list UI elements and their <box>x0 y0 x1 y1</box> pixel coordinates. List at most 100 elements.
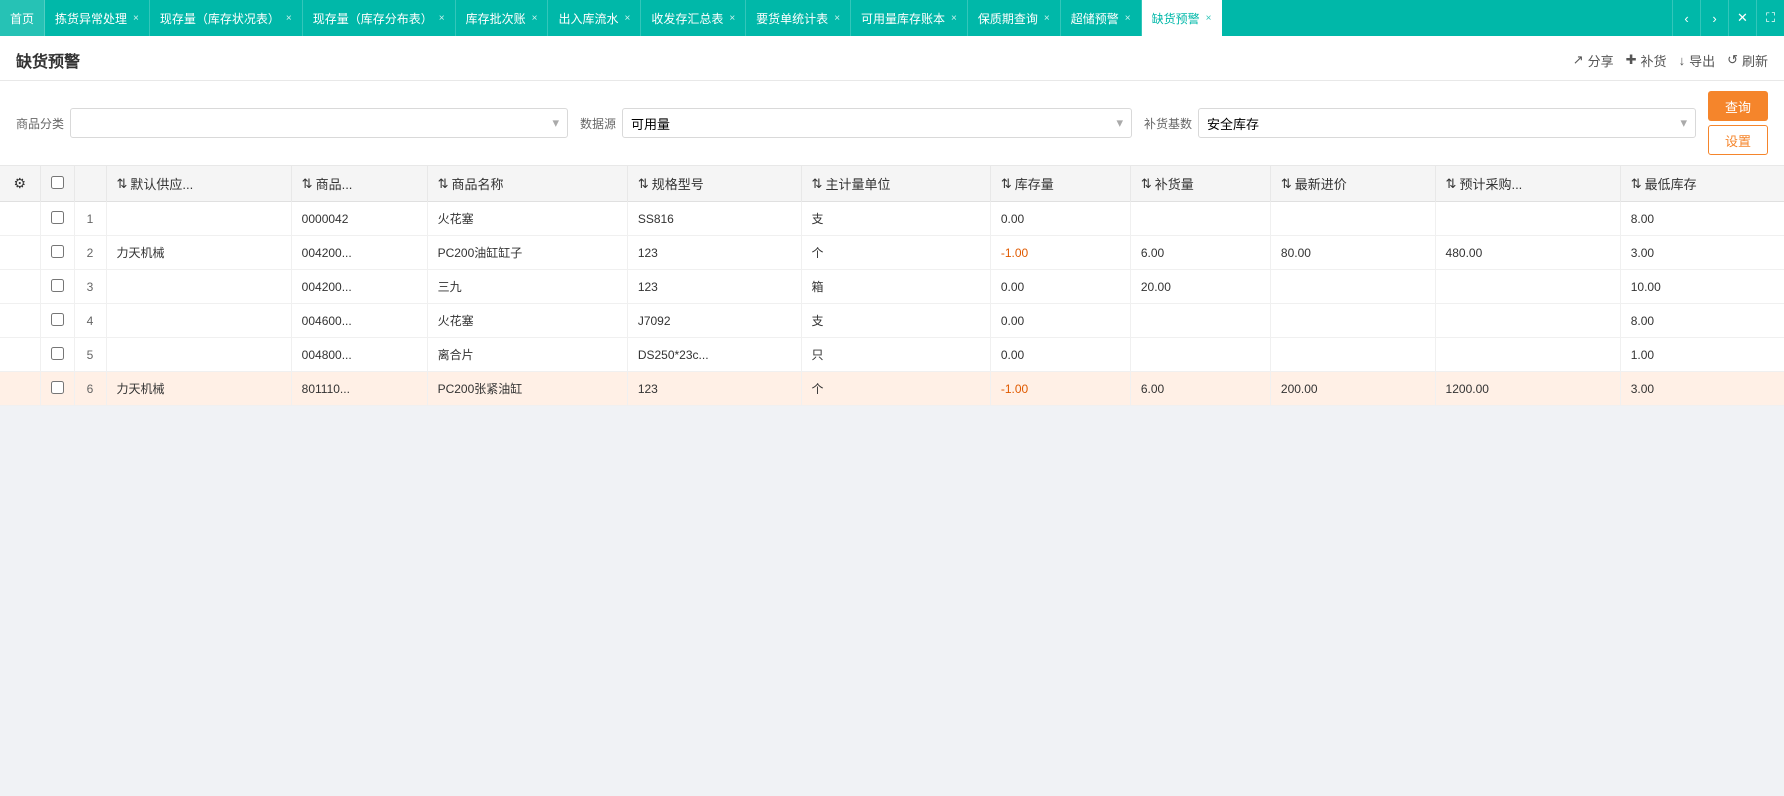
row-min_stock: 8.00 <box>1620 304 1784 338</box>
table-container: ⚙⇅默认供应...⇅商品...⇅商品名称⇅规格型号⇅主计量单位⇅库存量⇅补货量⇅… <box>0 166 1784 406</box>
table-row: 4004600...火花塞J7092支0.008.00 <box>0 304 1784 338</box>
nav-tab-close-11[interactable]: × <box>1206 13 1212 24</box>
nav-tab-close-8[interactable]: × <box>951 13 957 24</box>
nav-tab-8[interactable]: 可用量库存账本× <box>851 0 968 36</box>
header-actions: ↗ 分享 ✚ 补货 ↓ 导出 ↺ 刷新 <box>1573 51 1768 70</box>
col-estimated_purchase[interactable]: ⇅预计采购... <box>1435 166 1620 202</box>
row-checkbox[interactable] <box>51 313 64 326</box>
data-source-select[interactable]: 可用量 ▾ <box>622 108 1132 138</box>
share-button[interactable]: ↗ 分享 <box>1573 51 1614 70</box>
nav-tab-9[interactable]: 保质期查询× <box>968 0 1061 36</box>
row-seq: 5 <box>74 338 106 372</box>
query-button[interactable]: 查询 <box>1708 91 1768 121</box>
row-checkbox-cell[interactable] <box>40 236 74 270</box>
col-latest_price[interactable]: ⇅最新进价 <box>1270 166 1435 202</box>
nav-tab-7[interactable]: 要货单统计表× <box>746 0 851 36</box>
row-checkbox-cell[interactable] <box>40 270 74 304</box>
nav-next-button[interactable]: › <box>1700 0 1728 36</box>
row-stock_qty: 0.00 <box>990 202 1130 236</box>
col-min_stock[interactable]: ⇅最低库存 <box>1620 166 1784 202</box>
nav-tab-close-4[interactable]: × <box>532 13 538 24</box>
row-min_stock: 3.00 <box>1620 236 1784 270</box>
row-stock_qty: -1.00 <box>990 236 1130 270</box>
row-replenish_qty: 20.00 <box>1130 270 1270 304</box>
product-category-select[interactable]: ▾ <box>70 108 568 138</box>
row-spec: J7092 <box>627 304 801 338</box>
row-latest_price <box>1270 202 1435 236</box>
row-replenish_qty: 6.00 <box>1130 372 1270 406</box>
nav-fullscreen-button[interactable]: ⛶ <box>1756 0 1784 36</box>
product-category-filter: 商品分类 ▾ <box>16 108 568 138</box>
col-gear[interactable]: ⚙ <box>0 166 40 202</box>
nav-tab-3[interactable]: 现存量（库存分布表）× <box>303 0 456 36</box>
row-checkbox-cell[interactable] <box>40 202 74 236</box>
replenish-button[interactable]: ✚ 补货 <box>1626 51 1667 70</box>
row-spec: 123 <box>627 236 801 270</box>
row-checkbox[interactable] <box>51 381 64 394</box>
nav-tab-11[interactable]: 缺货预警× <box>1142 0 1223 36</box>
col-replenish_qty[interactable]: ⇅补货量 <box>1130 166 1270 202</box>
nav-tab-close-6[interactable]: × <box>729 13 735 24</box>
row-estimated_purchase <box>1435 338 1620 372</box>
nav-tab-close-9[interactable]: × <box>1044 13 1050 24</box>
row-checkbox[interactable] <box>51 279 64 292</box>
nav-tab-close-1[interactable]: × <box>133 13 139 24</box>
row-checkbox-cell[interactable] <box>40 372 74 406</box>
row-spec: DS250*23c... <box>627 338 801 372</box>
row-product_code: 004600... <box>291 304 427 338</box>
row-checkbox-cell[interactable] <box>40 304 74 338</box>
export-button[interactable]: ↓ 导出 <box>1679 51 1716 70</box>
replenish-base-label: 补货基数 <box>1144 115 1192 132</box>
main-content: 缺货预警 ↗ 分享 ✚ 补货 ↓ 导出 ↺ 刷新 商品分类 <box>0 36 1784 406</box>
nav-tab-close-10[interactable]: × <box>1125 13 1131 24</box>
product-category-label: 商品分类 <box>16 115 64 132</box>
col-product_name[interactable]: ⇅商品名称 <box>427 166 627 202</box>
col-stock_qty[interactable]: ⇅库存量 <box>990 166 1130 202</box>
nav-tab-close-5[interactable]: × <box>624 13 630 24</box>
row-checkbox[interactable] <box>51 347 64 360</box>
replenish-base-filter: 补货基数 安全库存 ▾ <box>1144 108 1696 138</box>
nav-tab-0[interactable]: 首页 <box>0 0 45 36</box>
row-latest_price <box>1270 304 1435 338</box>
row-gear <box>0 270 40 304</box>
row-estimated_purchase: 1200.00 <box>1435 372 1620 406</box>
data-table: ⚙⇅默认供应...⇅商品...⇅商品名称⇅规格型号⇅主计量单位⇅库存量⇅补货量⇅… <box>0 166 1784 406</box>
row-spec: SS816 <box>627 202 801 236</box>
top-nav: 首页拣货异常处理×现存量（库存状况表）×现存量（库存分布表）×库存批次账×出入库… <box>0 0 1784 36</box>
nav-tab-close-7[interactable]: × <box>834 13 840 24</box>
row-checkbox[interactable] <box>51 211 64 224</box>
row-estimated_purchase: 480.00 <box>1435 236 1620 270</box>
row-replenish_qty: 6.00 <box>1130 236 1270 270</box>
nav-tab-6[interactable]: 收发存汇总表× <box>641 0 746 36</box>
replenish-base-select[interactable]: 安全库存 ▾ <box>1198 108 1696 138</box>
nav-tab-4[interactable]: 库存批次账× <box>456 0 549 36</box>
col-unit[interactable]: ⇅主计量单位 <box>801 166 990 202</box>
replenish-icon: ✚ <box>1626 52 1637 68</box>
row-unit: 支 <box>801 304 990 338</box>
setting-button[interactable]: 设置 <box>1708 125 1768 155</box>
row-checkbox[interactable] <box>51 245 64 258</box>
row-spec: 123 <box>627 372 801 406</box>
data-source-value: 可用量 <box>631 114 670 133</box>
col-checkbox[interactable] <box>40 166 74 202</box>
nav-tab-10[interactable]: 超储预警× <box>1061 0 1142 36</box>
select-all-checkbox[interactable] <box>51 176 64 189</box>
col-default_supplier[interactable]: ⇅默认供应... <box>106 166 291 202</box>
row-product_name: 离合片 <box>427 338 627 372</box>
nav-close-button[interactable]: ✕ <box>1728 0 1756 36</box>
nav-tab-1[interactable]: 拣货异常处理× <box>45 0 150 36</box>
data-source-filter: 数据源 可用量 ▾ <box>580 108 1132 138</box>
row-default_supplier <box>106 270 291 304</box>
row-product_code: 0000042 <box>291 202 427 236</box>
row-unit: 个 <box>801 372 990 406</box>
nav-tab-close-2[interactable]: × <box>286 13 292 24</box>
col-spec[interactable]: ⇅规格型号 <box>627 166 801 202</box>
row-checkbox-cell[interactable] <box>40 338 74 372</box>
refresh-button[interactable]: ↺ 刷新 <box>1727 51 1768 70</box>
nav-tab-5[interactable]: 出入库流水× <box>548 0 641 36</box>
col-product_code[interactable]: ⇅商品... <box>291 166 427 202</box>
nav-tab-2[interactable]: 现存量（库存状况表）× <box>150 0 303 36</box>
row-min_stock: 8.00 <box>1620 202 1784 236</box>
nav-prev-button[interactable]: ‹ <box>1672 0 1700 36</box>
nav-tab-close-3[interactable]: × <box>439 13 445 24</box>
